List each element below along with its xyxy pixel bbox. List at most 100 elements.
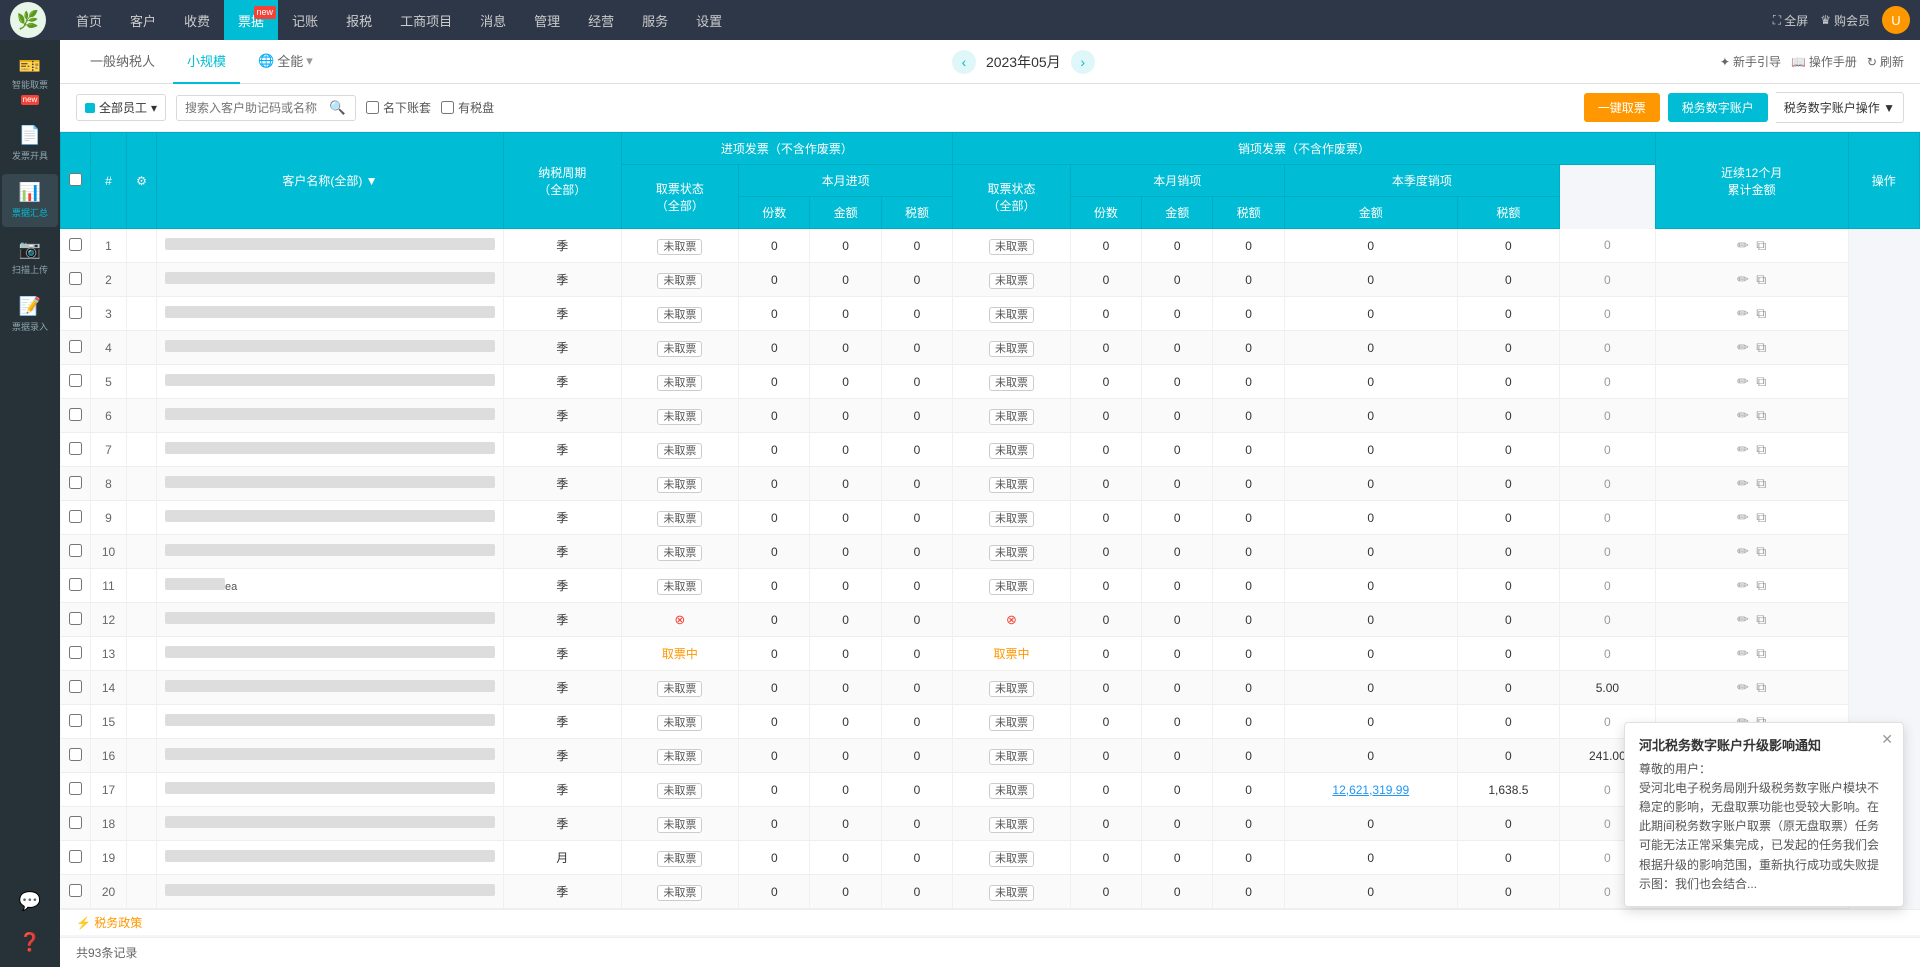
copy-btn[interactable]: ⧉ — [1754, 303, 1768, 324]
row-checkbox[interactable] — [69, 340, 82, 353]
sidebar-item-scan-upload[interactable]: 📷 扫描上传 — [2, 231, 58, 284]
tax-digital-account-dropdown-btn[interactable]: 税务数字账户操作 ▼ — [1776, 92, 1904, 123]
nav-customer[interactable]: 客户 — [116, 0, 170, 40]
sidebar-item-open-invoice[interactable]: 📄 发票开具 — [2, 117, 58, 170]
tax-policy-link[interactable]: ⚡ 税务政策 — [60, 909, 1920, 935]
row-checkbox[interactable] — [69, 578, 82, 591]
copy-btn[interactable]: ⧉ — [1754, 405, 1768, 426]
row-checkbox[interactable] — [69, 408, 82, 421]
edit-btn[interactable]: ✏ — [1735, 575, 1751, 596]
row-checkbox[interactable] — [69, 544, 82, 557]
season-amount[interactable]: 12,621,319.99 — [1332, 783, 1409, 797]
has-tax-disk-checkbox[interactable] — [441, 101, 454, 114]
sidebar-item-smart-ticket[interactable]: 🎫 智能取票 new — [2, 48, 58, 113]
row-checkbox[interactable] — [69, 306, 82, 319]
row-checkbox[interactable] — [69, 272, 82, 285]
nav-fee[interactable]: 收费 — [170, 0, 224, 40]
edit-btn[interactable]: ✏ — [1735, 405, 1751, 426]
nav-operation[interactable]: 经营 — [574, 0, 628, 40]
tax-digital-account-btn[interactable]: 税务数字账户 — [1668, 93, 1768, 122]
copy-btn[interactable]: ⧉ — [1754, 609, 1768, 630]
copy-btn[interactable]: ⧉ — [1754, 507, 1768, 528]
nav-bookkeeping[interactable]: 记账 — [278, 0, 332, 40]
copy-btn[interactable]: ⧉ — [1754, 541, 1768, 562]
tab-all[interactable]: 🌐 全能 ▾ — [244, 40, 327, 84]
my-accounts-checkbox[interactable] — [366, 101, 379, 114]
popup-text: 尊敬的用户： 受河北电子税务局刚升级税务数字账户模块不稳定的影响，无盘取票功能也… — [1639, 760, 1889, 894]
status-badge: 未取票 — [657, 885, 702, 901]
row-checkbox[interactable] — [69, 442, 82, 455]
edit-btn[interactable]: ✏ — [1735, 371, 1751, 392]
season-amount: 0 — [1367, 851, 1374, 865]
staff-select[interactable]: 全部员工 ▾ — [76, 94, 166, 121]
guide-btn[interactable]: ✦ 新手引导 — [1720, 53, 1781, 70]
user-avatar[interactable]: U — [1882, 6, 1910, 34]
nav-tax[interactable]: 报税 — [332, 0, 386, 40]
row-checkbox[interactable] — [69, 374, 82, 387]
search-button[interactable]: 🔍 — [329, 100, 346, 116]
edit-btn[interactable]: ✏ — [1735, 439, 1751, 460]
row-checkbox[interactable] — [69, 816, 82, 829]
row-checkbox[interactable] — [69, 476, 82, 489]
edit-btn[interactable]: ✏ — [1735, 643, 1751, 664]
row-checkbox[interactable] — [69, 612, 82, 625]
outbound-season-header: 本季度销项 — [1284, 165, 1559, 197]
popup-close-btn[interactable]: ✕ — [1881, 731, 1893, 748]
has-tax-disk-checkbox-label[interactable]: 有税盘 — [441, 99, 494, 116]
copy-btn[interactable]: ⧉ — [1754, 235, 1768, 256]
manual-btn[interactable]: 📖 操作手册 — [1791, 53, 1857, 70]
status-badge: 未取票 — [989, 511, 1034, 527]
copy-btn[interactable]: ⧉ — [1754, 473, 1768, 494]
nav-service[interactable]: 服务 — [628, 0, 682, 40]
copy-btn[interactable]: ⧉ — [1754, 371, 1768, 392]
nav-settings[interactable]: 设置 — [682, 0, 736, 40]
outbound-month-header: 本月销项 — [1070, 165, 1284, 197]
row-checkbox[interactable] — [69, 646, 82, 659]
nav-message[interactable]: 消息 — [466, 0, 520, 40]
help-icon[interactable]: ❓ — [13, 926, 47, 959]
one-click-fetch-btn[interactable]: 一键取票 — [1584, 93, 1660, 122]
edit-btn[interactable]: ✏ — [1735, 235, 1751, 256]
row-checkbox[interactable] — [69, 884, 82, 897]
edit-btn[interactable]: ✏ — [1735, 473, 1751, 494]
search-input[interactable] — [185, 101, 325, 115]
sidebar-item-entry[interactable]: 📝 票据录入 — [2, 288, 58, 341]
next-month-btn[interactable]: › — [1071, 50, 1095, 74]
copy-btn[interactable]: ⧉ — [1754, 677, 1768, 698]
row-checkbox[interactable] — [69, 238, 82, 251]
prev-month-btn[interactable]: ‹ — [952, 50, 976, 74]
edit-btn[interactable]: ✏ — [1735, 609, 1751, 630]
edit-btn[interactable]: ✏ — [1735, 337, 1751, 358]
nav-invoice[interactable]: 票据 new — [224, 0, 278, 40]
row-checkbox[interactable] — [69, 510, 82, 523]
fullscreen-btn[interactable]: ⛶ 全屏 — [1773, 12, 1808, 29]
copy-btn[interactable]: ⧉ — [1754, 439, 1768, 460]
row-checkbox[interactable] — [69, 748, 82, 761]
tab-small-scale[interactable]: 小规模 — [173, 40, 240, 84]
edit-btn[interactable]: ✏ — [1735, 269, 1751, 290]
row-checkbox[interactable] — [69, 714, 82, 727]
nav-home[interactable]: 首页 — [62, 0, 116, 40]
select-all-checkbox[interactable] — [69, 173, 82, 186]
edit-btn[interactable]: ✏ — [1735, 541, 1751, 562]
edit-btn[interactable]: ✏ — [1735, 303, 1751, 324]
refresh-btn[interactable]: ↻ 刷新 — [1867, 53, 1904, 70]
copy-btn[interactable]: ⧉ — [1754, 575, 1768, 596]
nav-business[interactable]: 工商项目 — [386, 0, 466, 40]
vip-btn[interactable]: ♛ 购会员 — [1820, 12, 1870, 29]
nav-manage[interactable]: 管理 — [520, 0, 574, 40]
my-accounts-checkbox-label[interactable]: 名下账套 — [366, 99, 431, 116]
edit-btn[interactable]: ✏ — [1735, 507, 1751, 528]
row-checkbox[interactable] — [69, 782, 82, 795]
row-checkbox[interactable] — [69, 680, 82, 693]
edit-btn[interactable]: ✏ — [1735, 677, 1751, 698]
tab-general-taxpayer[interactable]: 一般纳税人 — [76, 40, 169, 84]
row-checkbox[interactable] — [69, 850, 82, 863]
chat-icon[interactable]: 💬 — [13, 885, 47, 918]
copy-btn[interactable]: ⧉ — [1754, 337, 1768, 358]
copy-btn[interactable]: ⧉ — [1754, 269, 1768, 290]
sidebar-item-summary[interactable]: 📊 票据汇总 — [2, 174, 58, 227]
inprogress-status: 取票中 — [662, 647, 698, 661]
season-tax-header: 税额 — [1457, 197, 1559, 229]
copy-btn[interactable]: ⧉ — [1754, 643, 1768, 664]
